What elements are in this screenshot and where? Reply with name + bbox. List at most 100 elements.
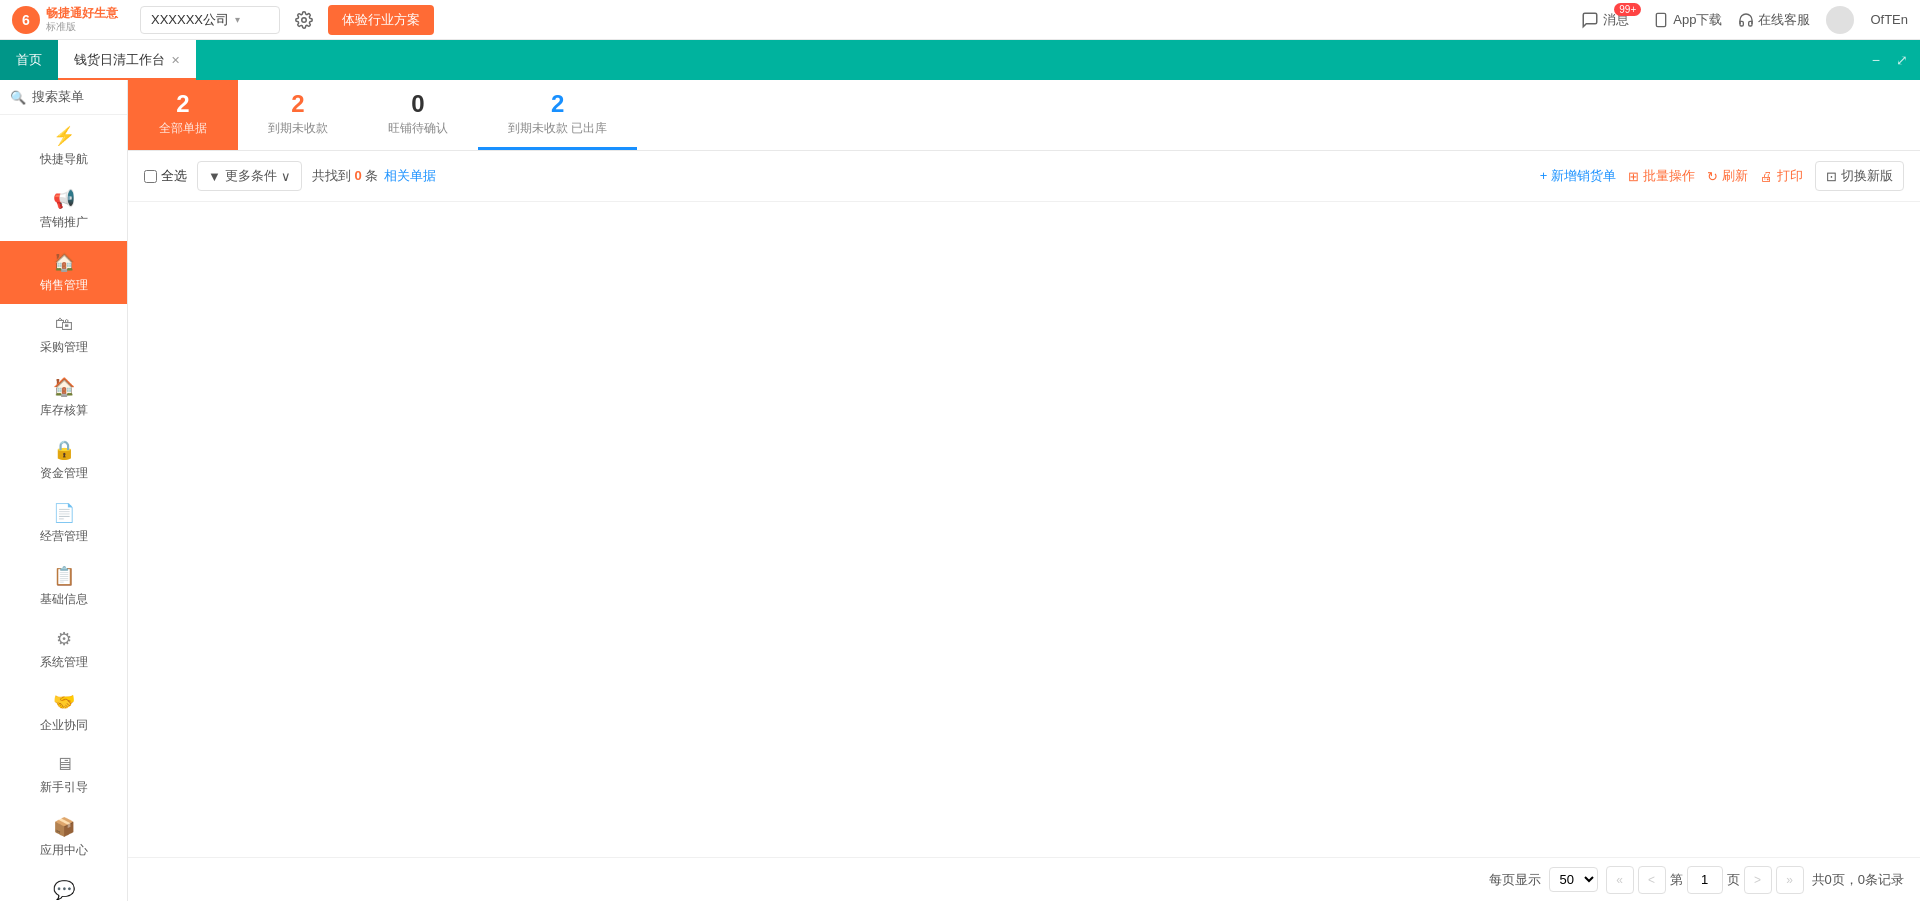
content-inner: 2 全部单据 2 到期未收款 0 旺铺待确认 2 到期未收款 已出库 xyxy=(128,80,1920,901)
search-icon: 🔍 xyxy=(10,90,26,105)
stat-label-overdue-unpaid: 到期未收款 xyxy=(268,120,328,137)
stat-label-wangpu: 旺铺待确认 xyxy=(388,120,448,137)
app-download-action[interactable]: App下载 xyxy=(1653,11,1722,29)
add-order-button[interactable]: + 新增销货单 xyxy=(1540,167,1616,185)
operations-icon: 📄 xyxy=(53,502,75,524)
app-download-label: App下载 xyxy=(1673,11,1722,29)
company-selector[interactable]: XXXXXX公司 ▾ xyxy=(140,6,280,34)
content-area: 2 全部单据 2 到期未收款 0 旺铺待确认 2 到期未收款 已出库 xyxy=(128,80,1920,901)
sidebar-item-quick-nav[interactable]: ⚡ 快捷导航 xyxy=(0,115,127,178)
filter-button[interactable]: ▼ 更多条件 ∨ xyxy=(197,161,302,191)
sidebar-item-purchase[interactable]: 🛍 采购管理 xyxy=(0,304,127,366)
found-text: 共找到 0 条 相关单据 xyxy=(312,167,436,185)
prev-page-button[interactable]: < xyxy=(1638,866,1666,894)
switch-icon: ⊡ xyxy=(1826,169,1837,184)
related-orders-link[interactable]: 相关单据 xyxy=(384,168,436,183)
tab-minimize-button[interactable]: − xyxy=(1868,50,1884,70)
nav-tabs: 首页 钱货日清工作台 ✕ − ⤢ xyxy=(0,40,1920,80)
select-all-label: 全选 xyxy=(161,167,187,185)
refresh-button[interactable]: ↻ 刷新 xyxy=(1707,167,1748,185)
pagination: 每页显示 50 « < 第 页 > » 共0页，0条记录 xyxy=(128,857,1920,901)
total-info: 共0页，0条记录 xyxy=(1812,871,1904,889)
chevron-filter-icon: ∨ xyxy=(281,169,291,184)
sales-icon: 🏠 xyxy=(53,251,75,273)
sidebar-item-enterprise[interactable]: 🤝 企业协同 xyxy=(0,681,127,744)
stat-tab-all[interactable]: 2 全部单据 xyxy=(128,80,238,150)
tab-home[interactable]: 首页 xyxy=(0,40,58,80)
page-input[interactable] xyxy=(1687,866,1723,894)
sidebar-item-marketing[interactable]: 📢 营销推广 xyxy=(0,178,127,241)
found-count: 0 xyxy=(355,168,362,183)
avatar[interactable] xyxy=(1826,6,1854,34)
sidebar-item-app-center[interactable]: 📦 应用中心 xyxy=(0,806,127,869)
experience-button[interactable]: 体验行业方案 xyxy=(328,5,434,35)
table-area xyxy=(128,202,1920,857)
sidebar-item-system[interactable]: ⚙ 系统管理 xyxy=(0,618,127,681)
stat-num-all: 2 xyxy=(176,90,189,118)
svg-rect-1 xyxy=(1657,13,1666,26)
sidebar: 🔍 搜索菜单 ⚡ 快捷导航 📢 营销推广 🏠 销售管理 🛍 采购管理 🏠 库存核… xyxy=(0,80,128,901)
sidebar-item-finance[interactable]: 🔒 资金管理 xyxy=(0,429,127,492)
app-title: 畅捷通好生意 xyxy=(46,6,118,20)
search-menu-button[interactable]: 🔍 搜索菜单 xyxy=(0,80,127,115)
logo-icon: 6 xyxy=(12,6,40,34)
sidebar-item-new-guide[interactable]: 🖥 新手引导 xyxy=(0,744,127,806)
stat-tab-wangpu-pending[interactable]: 0 旺铺待确认 xyxy=(358,80,478,150)
logo-text: 畅捷通好生意 标准版 xyxy=(46,6,118,32)
basic-info-icon: 📋 xyxy=(53,565,75,587)
print-button[interactable]: 🖨 打印 xyxy=(1760,167,1803,185)
sidebar-item-inventory[interactable]: 🏠 库存核算 xyxy=(0,366,127,429)
stat-num-overdue-unpaid: 2 xyxy=(291,90,304,118)
message-badge: 99+ xyxy=(1614,3,1641,16)
online-service-label: 在线客服 xyxy=(1758,11,1810,29)
stat-num-overdue-unshipped: 2 xyxy=(551,90,564,118)
top-header: 6 畅捷通好生意 标准版 XXXXXX公司 ▾ 体验行业方案 消息 99+ xyxy=(0,0,1920,40)
purchase-icon: 🛍 xyxy=(55,314,73,335)
refresh-icon: ↻ xyxy=(1707,169,1718,184)
inventory-icon: 🏠 xyxy=(53,376,75,398)
stat-label-overdue-unshipped: 到期未收款 已出库 xyxy=(508,120,607,137)
page-prefix: 第 xyxy=(1670,871,1683,889)
enterprise-icon: 🤝 xyxy=(53,691,75,713)
sidebar-item-basic-info[interactable]: 📋 基础信息 xyxy=(0,555,127,618)
select-all-checkbox[interactable]: 全选 xyxy=(144,167,187,185)
tab-close-icon[interactable]: ✕ xyxy=(171,54,180,67)
message-action[interactable]: 消息 99+ xyxy=(1581,11,1629,29)
sidebar-item-operations[interactable]: 📄 经营管理 xyxy=(0,492,127,555)
header-right: 消息 99+ App下载 在线客服 OfTEn xyxy=(1581,6,1908,34)
tab-controls: − ⤢ xyxy=(1868,50,1920,70)
settings-button[interactable] xyxy=(288,4,320,36)
batch-operation-button[interactable]: ⊞ 批量操作 xyxy=(1628,167,1695,185)
select-all-input[interactable] xyxy=(144,170,157,183)
system-icon: ⚙ xyxy=(56,628,72,650)
switch-version-button[interactable]: ⊡ 切换新版 xyxy=(1815,161,1904,191)
stat-tab-overdue-unpaid[interactable]: 2 到期未收款 xyxy=(238,80,358,150)
last-page-button[interactable]: » xyxy=(1776,866,1804,894)
app-subtitle: 标准版 xyxy=(46,21,118,33)
company-name: XXXXXX公司 xyxy=(151,11,229,29)
stat-tab-overdue-unshipped[interactable]: 2 到期未收款 已出库 xyxy=(478,80,637,150)
app-center-icon: 📦 xyxy=(53,816,75,838)
tab-work[interactable]: 钱货日清工作台 ✕ xyxy=(58,40,196,80)
per-page-select[interactable]: 50 xyxy=(1549,867,1598,892)
print-icon: 🖨 xyxy=(1760,169,1773,184)
toolbar-left: 全选 ▼ 更多条件 ∨ 共找到 0 条 相关单据 xyxy=(144,161,436,191)
batch-icon: ⊞ xyxy=(1628,169,1639,184)
stats-bar: 2 全部单据 2 到期未收款 0 旺铺待确认 2 到期未收款 已出库 xyxy=(128,80,1920,151)
chevron-down-icon: ▾ xyxy=(235,14,240,25)
filter-icon: ▼ xyxy=(208,169,221,184)
stat-label-all: 全部单据 xyxy=(159,120,207,137)
tab-maximize-button[interactable]: ⤢ xyxy=(1892,50,1912,70)
sidebar-item-corp-wechat[interactable]: 💬 企业微信 xyxy=(0,869,127,901)
marketing-icon: 📢 xyxy=(53,188,75,210)
next-page-button[interactable]: > xyxy=(1744,866,1772,894)
logo-area: 6 畅捷通好生意 标准版 xyxy=(12,6,140,34)
online-service-action[interactable]: 在线客服 xyxy=(1738,11,1810,29)
page-suffix: 页 xyxy=(1727,871,1740,889)
sidebar-item-sales[interactable]: 🏠 销售管理 xyxy=(0,241,127,304)
svg-point-0 xyxy=(302,17,307,22)
main-layout: 🔍 搜索菜单 ⚡ 快捷导航 📢 营销推广 🏠 销售管理 🛍 采购管理 🏠 库存核… xyxy=(0,80,1920,901)
stat-num-wangpu: 0 xyxy=(411,90,424,118)
first-page-button[interactable]: « xyxy=(1606,866,1634,894)
toolbar-right: + 新增销货单 ⊞ 批量操作 ↻ 刷新 🖨 打印 ⊡ xyxy=(1540,161,1904,191)
